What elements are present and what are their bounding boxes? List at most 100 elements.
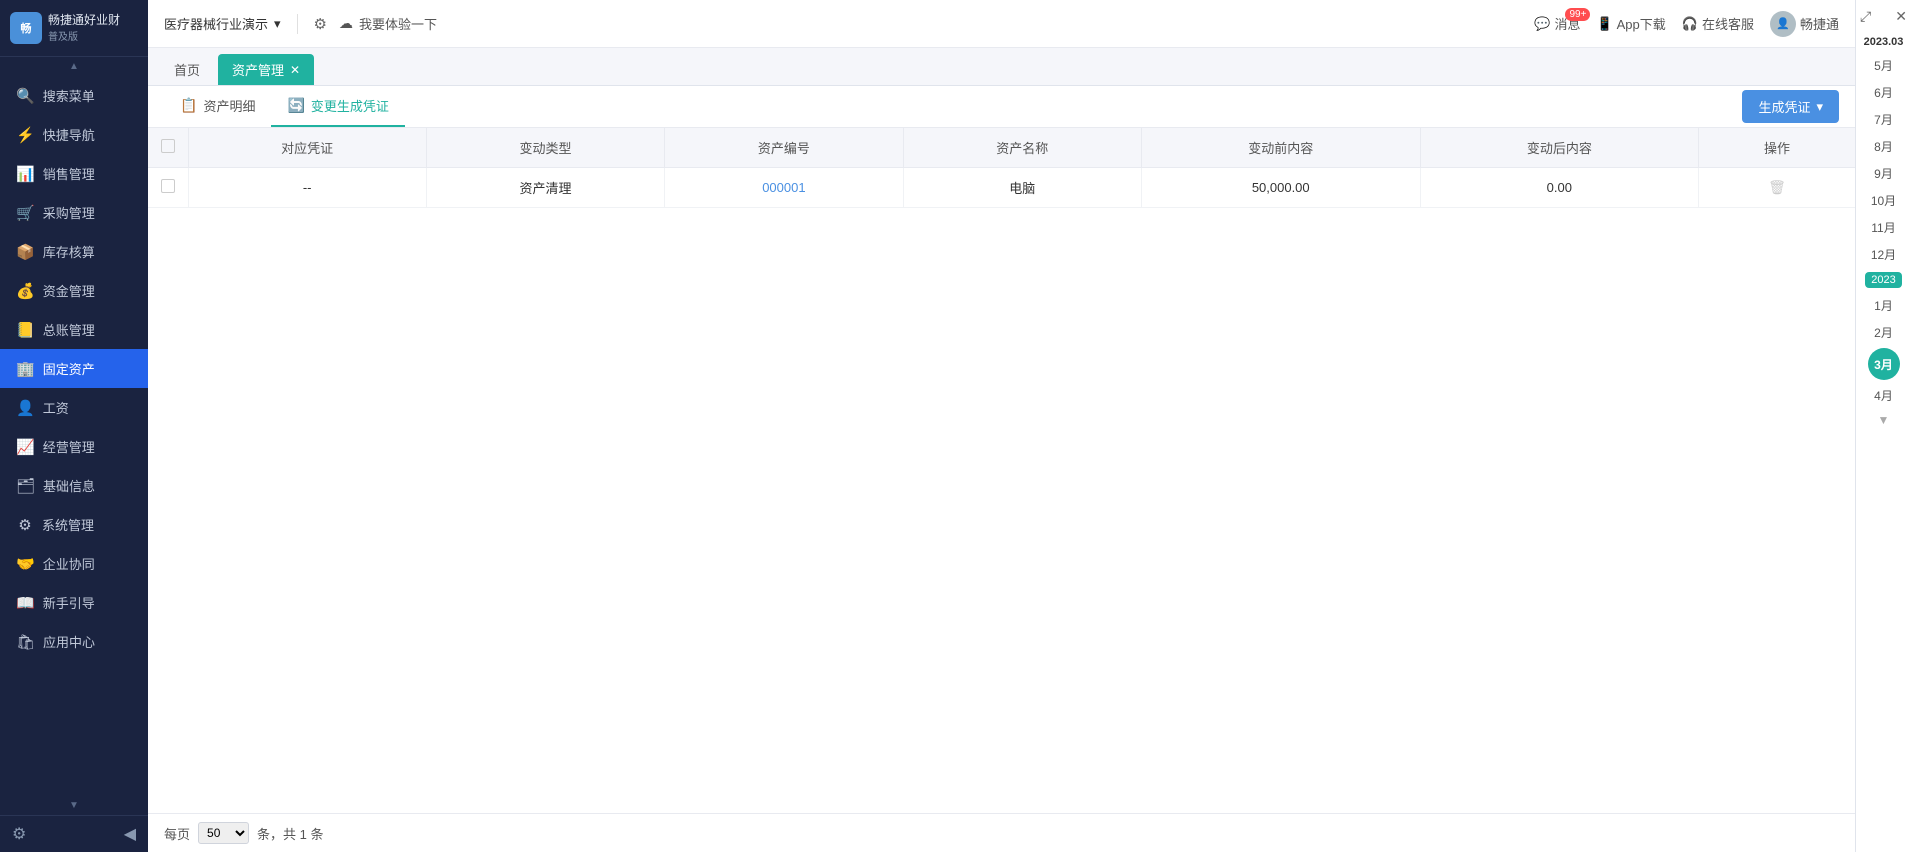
col-asset-no: 资产编号 [665, 128, 903, 168]
expand-panel-icon[interactable]: ⤢ [1860, 8, 1871, 25]
trial-label: 我要体验一下 [359, 14, 437, 33]
sidebar-bottom: ⚙ ◀ [0, 815, 148, 852]
sidebar-item-salary[interactable]: 👤 工资 [0, 388, 148, 427]
sidebar-item-label: 总账管理 [43, 320, 95, 339]
user-menu[interactable]: 👤 畅捷通 [1770, 11, 1839, 37]
sidebar-item-label: 采购管理 [43, 203, 95, 222]
tab-asset-management[interactable]: 资产管理 ✕ [218, 54, 314, 85]
subtab-asset-detail-label: 资产明细 [203, 96, 255, 115]
fixed-assets-icon: 🏢 [16, 360, 35, 378]
month-list: 2023.03 5月 6月 7月 8月 9月 10月 11月 12月 2023 … [1856, 32, 1911, 431]
company-name: 医疗器械行业演示 [164, 14, 268, 33]
row-checkbox[interactable] [161, 179, 175, 193]
sidebar-item-finance[interactable]: 💰 资金管理 [0, 271, 148, 310]
month-5[interactable]: 5月 [1856, 52, 1911, 79]
generate-dropdown-icon: ▾ [1816, 99, 1823, 115]
sidebar-item-label: 基础信息 [43, 476, 95, 495]
subtabs: 📋 资产明细 🔄 变更生成凭证 生成凭证 ▾ [148, 86, 1855, 128]
row-voucher: -- [188, 168, 426, 208]
sidebar-item-inventory[interactable]: 📦 库存核算 [0, 232, 148, 271]
delete-icon[interactable]: 🗑 [1768, 179, 1786, 195]
company-selector[interactable]: 医疗器械行业演示 ▾ [164, 14, 281, 33]
table-footer: 每页 50 10 20 100 条，共 1 条 [148, 813, 1855, 852]
month-1[interactable]: 1月 [1856, 292, 1911, 319]
row-operation[interactable]: 🗑 [1699, 168, 1855, 208]
col-change-type: 变动类型 [426, 128, 664, 168]
generate-voucher-button[interactable]: 生成凭证 ▾ [1742, 90, 1839, 123]
tab-home[interactable]: 首页 [160, 54, 214, 85]
sidebar-item-purchase[interactable]: 🛒 采购管理 [0, 193, 148, 232]
appstore-icon: 🛍 [16, 633, 35, 651]
month-3[interactable]: 3月 [1868, 348, 1900, 380]
month-2[interactable]: 2月 [1856, 319, 1911, 346]
select-all-header[interactable] [148, 128, 188, 168]
sidebar-item-appstore[interactable]: 🛍 应用中心 [0, 622, 148, 661]
month-scroll-down[interactable]: ▼ [1874, 409, 1894, 431]
sidebar-item-label: 新手引导 [43, 593, 95, 612]
sidebar-item-collab[interactable]: 🤝 企业协同 [0, 544, 148, 583]
avatar: 👤 [1770, 11, 1796, 37]
sidebar-item-search[interactable]: 🔍 搜索菜单 [0, 76, 148, 115]
sidebar-scroll-up[interactable]: ▲ [0, 57, 148, 76]
sidebar-item-sales[interactable]: 📊 销售管理 [0, 154, 148, 193]
per-page-label: 每页 [164, 824, 190, 843]
month-10[interactable]: 10月 [1856, 187, 1911, 214]
app-icon: 📱 [1596, 16, 1612, 32]
select-all-checkbox[interactable] [161, 139, 175, 153]
close-panel-icon[interactable]: ✕ [1895, 8, 1907, 25]
message-badge: 99+ [1565, 8, 1590, 21]
sales-icon: 📊 [16, 165, 35, 183]
per-page-select[interactable]: 50 10 20 100 [198, 822, 249, 844]
asset-detail-icon: 📋 [180, 97, 197, 114]
sidebar-scroll-down[interactable]: ▼ [0, 796, 148, 815]
sidebar-nav: 🔍 搜索菜单 ⚡ 快捷导航 📊 销售管理 🛒 采购管理 📦 库存核算 💰 资金管… [0, 76, 148, 796]
sidebar-item-fixed-assets[interactable]: 🏢 固定资产 [0, 349, 148, 388]
gear-settings-icon[interactable]: ⚙ [314, 15, 327, 33]
year-current-label[interactable]: 2023 [1865, 272, 1901, 288]
sidebar-item-label: 应用中心 [43, 632, 95, 651]
subtab-asset-detail[interactable]: 📋 资产明细 [164, 86, 271, 127]
row-checkbox-cell[interactable] [148, 168, 188, 208]
sidebar-item-label: 经营管理 [43, 437, 95, 456]
app-download-button[interactable]: 📱 App下载 [1596, 14, 1665, 33]
row-change-type: 资产清理 [426, 168, 664, 208]
col-before-change: 变动前内容 [1141, 128, 1420, 168]
month-4[interactable]: 4月 [1856, 382, 1911, 409]
sidebar-item-label: 销售管理 [43, 164, 95, 183]
tab-close-icon[interactable]: ✕ [290, 63, 300, 77]
sidebar-item-ops[interactable]: 📈 经营管理 [0, 427, 148, 466]
service-button[interactable]: 🎧 在线客服 [1682, 14, 1754, 33]
month-8[interactable]: 8月 [1856, 133, 1911, 160]
salary-icon: 👤 [16, 399, 35, 417]
sidebar-item-basic[interactable]: 🗂 基础信息 [0, 466, 148, 505]
sidebar-item-label: 资金管理 [43, 281, 95, 300]
month-12[interactable]: 12月 [1856, 241, 1911, 268]
sidebar-item-system[interactable]: ⚙ 系统管理 [0, 505, 148, 544]
col-voucher: 对应凭证 [188, 128, 426, 168]
month-9[interactable]: 9月 [1856, 160, 1911, 187]
user-label: 畅捷通 [1800, 14, 1839, 33]
topbar-divider [297, 14, 298, 34]
collapse-sidebar-icon[interactable]: ◀ [124, 824, 136, 844]
logo-sub: 普及版 [48, 28, 120, 43]
message-icon: 💬 [1534, 16, 1550, 32]
sidebar-item-guide[interactable]: 📖 新手引导 [0, 583, 148, 622]
month-6[interactable]: 6月 [1856, 79, 1911, 106]
sidebar-item-ledger[interactable]: 📒 总账管理 [0, 310, 148, 349]
logo-icon: 畅 [10, 12, 42, 44]
month-7[interactable]: 7月 [1856, 106, 1911, 133]
change-voucher-icon: 🔄 [287, 97, 304, 114]
company-dropdown-icon: ▾ [274, 16, 281, 32]
sidebar-item-quicknav[interactable]: ⚡ 快捷导航 [0, 115, 148, 154]
subtab-change-voucher[interactable]: 🔄 变更生成凭证 [271, 86, 404, 127]
sidebar: 畅 畅捷通好业财 普及版 ▲ 🔍 搜索菜单 ⚡ 快捷导航 📊 销售管理 🛒 采购… [0, 0, 148, 852]
settings-icon[interactable]: ⚙ [12, 824, 26, 844]
month-11[interactable]: 11月 [1856, 214, 1911, 241]
message-button[interactable]: 💬 消息 99+ [1534, 14, 1580, 33]
subtab-change-voucher-label: 变更生成凭证 [311, 96, 389, 115]
quicknav-icon: ⚡ [16, 126, 35, 144]
year-prev-label[interactable]: 2023.03 [1864, 32, 1904, 52]
topbar: 医疗器械行业演示 ▾ ⚙ ☁ 我要体验一下 💬 消息 99+ 📱 App下载 🎧… [148, 0, 1855, 48]
trial-button[interactable]: ☁ 我要体验一下 [339, 14, 437, 33]
data-table: 对应凭证 变动类型 资产编号 资产名称 变动前内容 变动后内容 操作 [148, 128, 1855, 208]
